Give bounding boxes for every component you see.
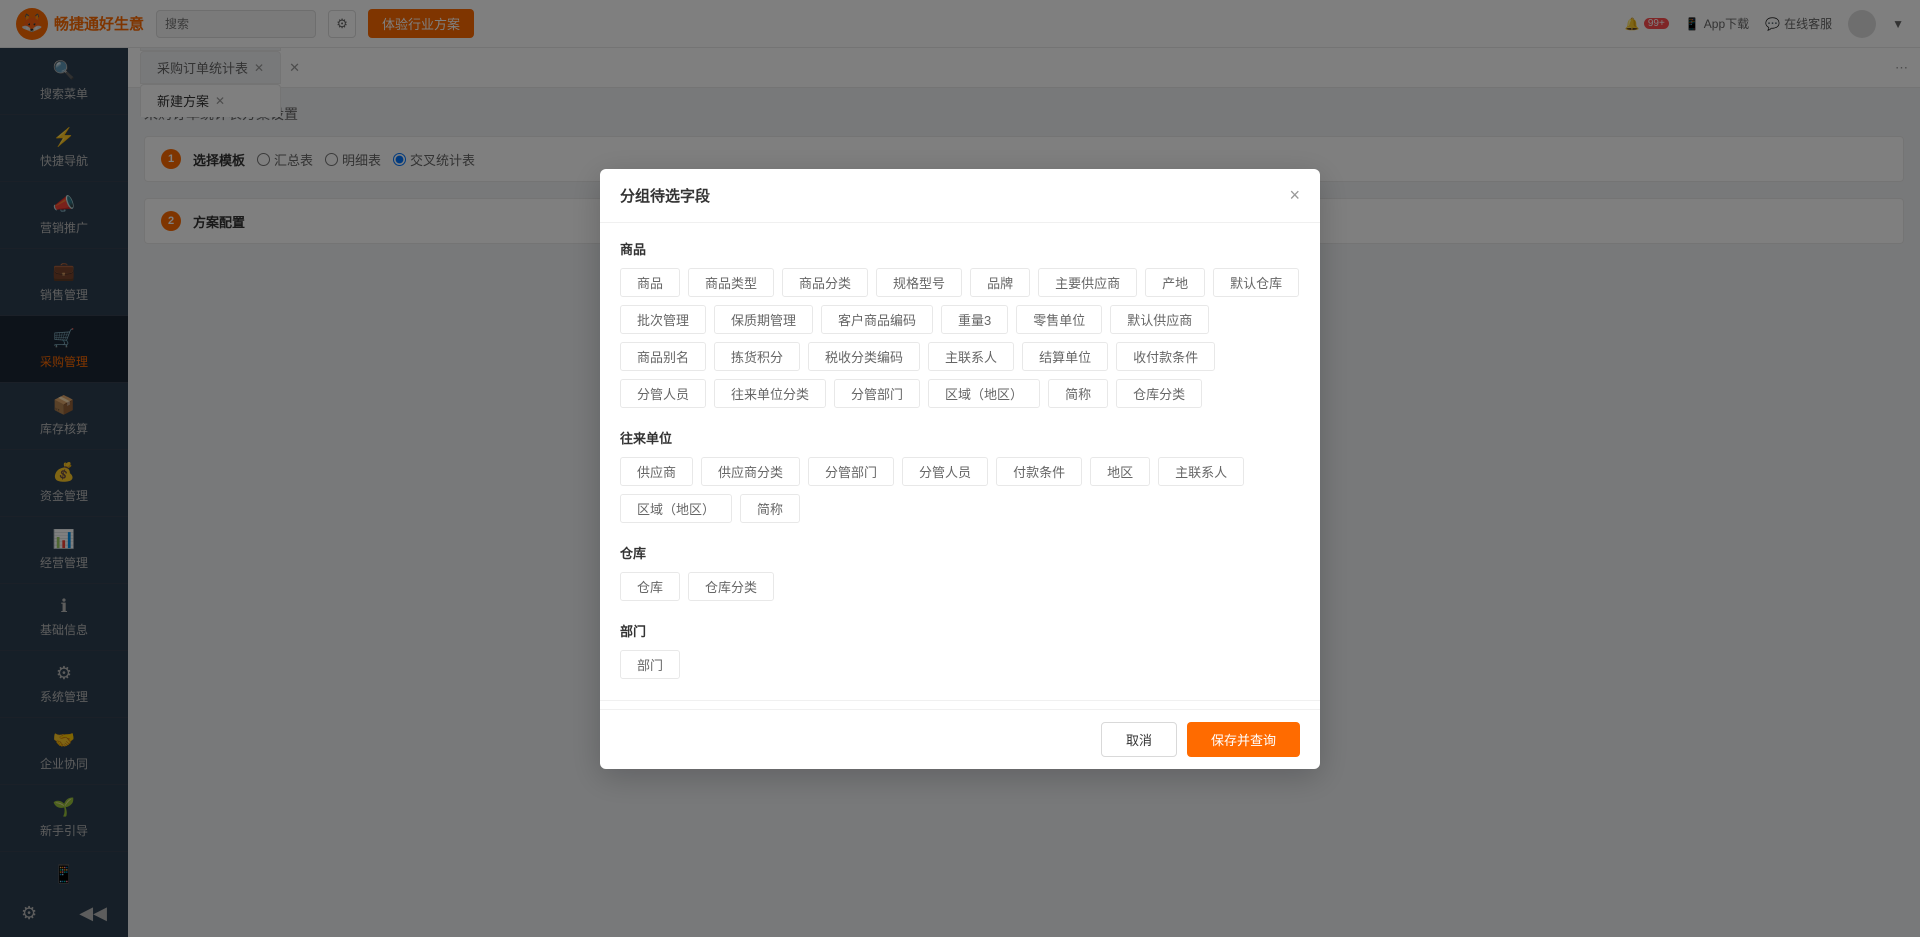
field-tag-1-8[interactable]: 简称: [740, 494, 800, 523]
field-tag-0-7[interactable]: 默认仓库: [1213, 268, 1299, 297]
field-tags-1: 供应商供应商分类分管部门分管人员付款条件地区主联系人区域（地区） 简称: [620, 457, 1300, 523]
section-title-2: 仓库: [620, 543, 1300, 562]
field-tag-1-4[interactable]: 付款条件: [996, 457, 1082, 486]
field-tag-0-8[interactable]: 批次管理: [620, 305, 706, 334]
section-title-1: 往来单位: [620, 428, 1300, 447]
field-tag-0-22[interactable]: 分管部门: [834, 379, 920, 408]
field-tag-0-23[interactable]: 区域（地区）: [928, 379, 1040, 408]
modal-horizontal-scroll[interactable]: [600, 700, 1320, 709]
modal-close-button[interactable]: ×: [1289, 186, 1300, 204]
modal-overlay: 分组待选字段 × 商品商品商品类型商品分类规格型号品牌主要供应商产地默认仓库批次…: [0, 0, 1920, 937]
field-tag-0-18[interactable]: 结算单位: [1022, 342, 1108, 371]
field-tag-0-2[interactable]: 商品分类: [782, 268, 868, 297]
section-title-3: 部门: [620, 621, 1300, 640]
field-tag-0-17[interactable]: 主联系人: [928, 342, 1014, 371]
field-tag-0-6[interactable]: 产地: [1145, 268, 1205, 297]
field-tag-0-21[interactable]: 往来单位分类: [714, 379, 826, 408]
field-tag-1-7[interactable]: 区域（地区）: [620, 494, 732, 523]
modal-footer: 取消 保存并查询: [600, 709, 1320, 769]
section-0: 商品商品商品类型商品分类规格型号品牌主要供应商产地默认仓库批次管理保质期管理客户…: [620, 239, 1300, 408]
field-tag-1-1[interactable]: 供应商分类: [701, 457, 800, 486]
field-tag-0-20[interactable]: 分管人员: [620, 379, 706, 408]
field-tags-3: 部门: [620, 650, 1300, 679]
field-tag-0-1[interactable]: 商品类型: [688, 268, 774, 297]
modal-title: 分组待选字段: [620, 185, 710, 206]
field-tag-0-19[interactable]: 收付款条件: [1116, 342, 1215, 371]
field-tag-0-5[interactable]: 主要供应商: [1038, 268, 1137, 297]
field-tag-1-3[interactable]: 分管人员: [902, 457, 988, 486]
field-tag-0-12[interactable]: 零售单位: [1016, 305, 1102, 334]
field-tag-1-5[interactable]: 地区: [1090, 457, 1150, 486]
field-tag-0-0[interactable]: 商品: [620, 268, 680, 297]
field-tag-2-0[interactable]: 仓库: [620, 572, 680, 601]
field-tag-0-24[interactable]: 简称: [1048, 379, 1108, 408]
field-tag-1-2[interactable]: 分管部门: [808, 457, 894, 486]
field-tag-0-10[interactable]: 客户商品编码: [821, 305, 933, 334]
field-tag-1-6[interactable]: 主联系人: [1158, 457, 1244, 486]
field-tag-2-1[interactable]: 仓库分类: [688, 572, 774, 601]
field-tag-0-13[interactable]: 默认供应商: [1110, 305, 1209, 334]
save-query-button[interactable]: 保存并查询: [1187, 722, 1300, 757]
field-tag-3-0[interactable]: 部门: [620, 650, 680, 679]
cancel-button[interactable]: 取消: [1101, 722, 1177, 757]
modal-body: 商品商品商品类型商品分类规格型号品牌主要供应商产地默认仓库批次管理保质期管理客户…: [600, 223, 1320, 700]
field-tag-0-9[interactable]: 保质期管理: [714, 305, 813, 334]
field-tag-0-14[interactable]: 商品别名: [620, 342, 706, 371]
field-tag-0-3[interactable]: 规格型号: [876, 268, 962, 297]
field-tags-2: 仓库仓库分类: [620, 572, 1300, 601]
field-tag-0-25[interactable]: 仓库分类: [1116, 379, 1202, 408]
field-tag-0-15[interactable]: 拣货积分: [714, 342, 800, 371]
modal: 分组待选字段 × 商品商品商品类型商品分类规格型号品牌主要供应商产地默认仓库批次…: [600, 169, 1320, 769]
field-tag-0-16[interactable]: 税收分类编码: [808, 342, 920, 371]
field-tag-0-4[interactable]: 品牌: [970, 268, 1030, 297]
section-2: 仓库仓库仓库分类: [620, 543, 1300, 601]
section-title-0: 商品: [620, 239, 1300, 258]
section-3: 部门部门: [620, 621, 1300, 679]
field-tag-1-0[interactable]: 供应商: [620, 457, 693, 486]
section-1: 往来单位供应商供应商分类分管部门分管人员付款条件地区主联系人区域（地区） 简称: [620, 428, 1300, 523]
modal-header: 分组待选字段 ×: [600, 169, 1320, 223]
field-tags-0: 商品商品类型商品分类规格型号品牌主要供应商产地默认仓库批次管理保质期管理客户商品…: [620, 268, 1300, 408]
field-tag-0-11[interactable]: 重量3: [941, 305, 1008, 334]
